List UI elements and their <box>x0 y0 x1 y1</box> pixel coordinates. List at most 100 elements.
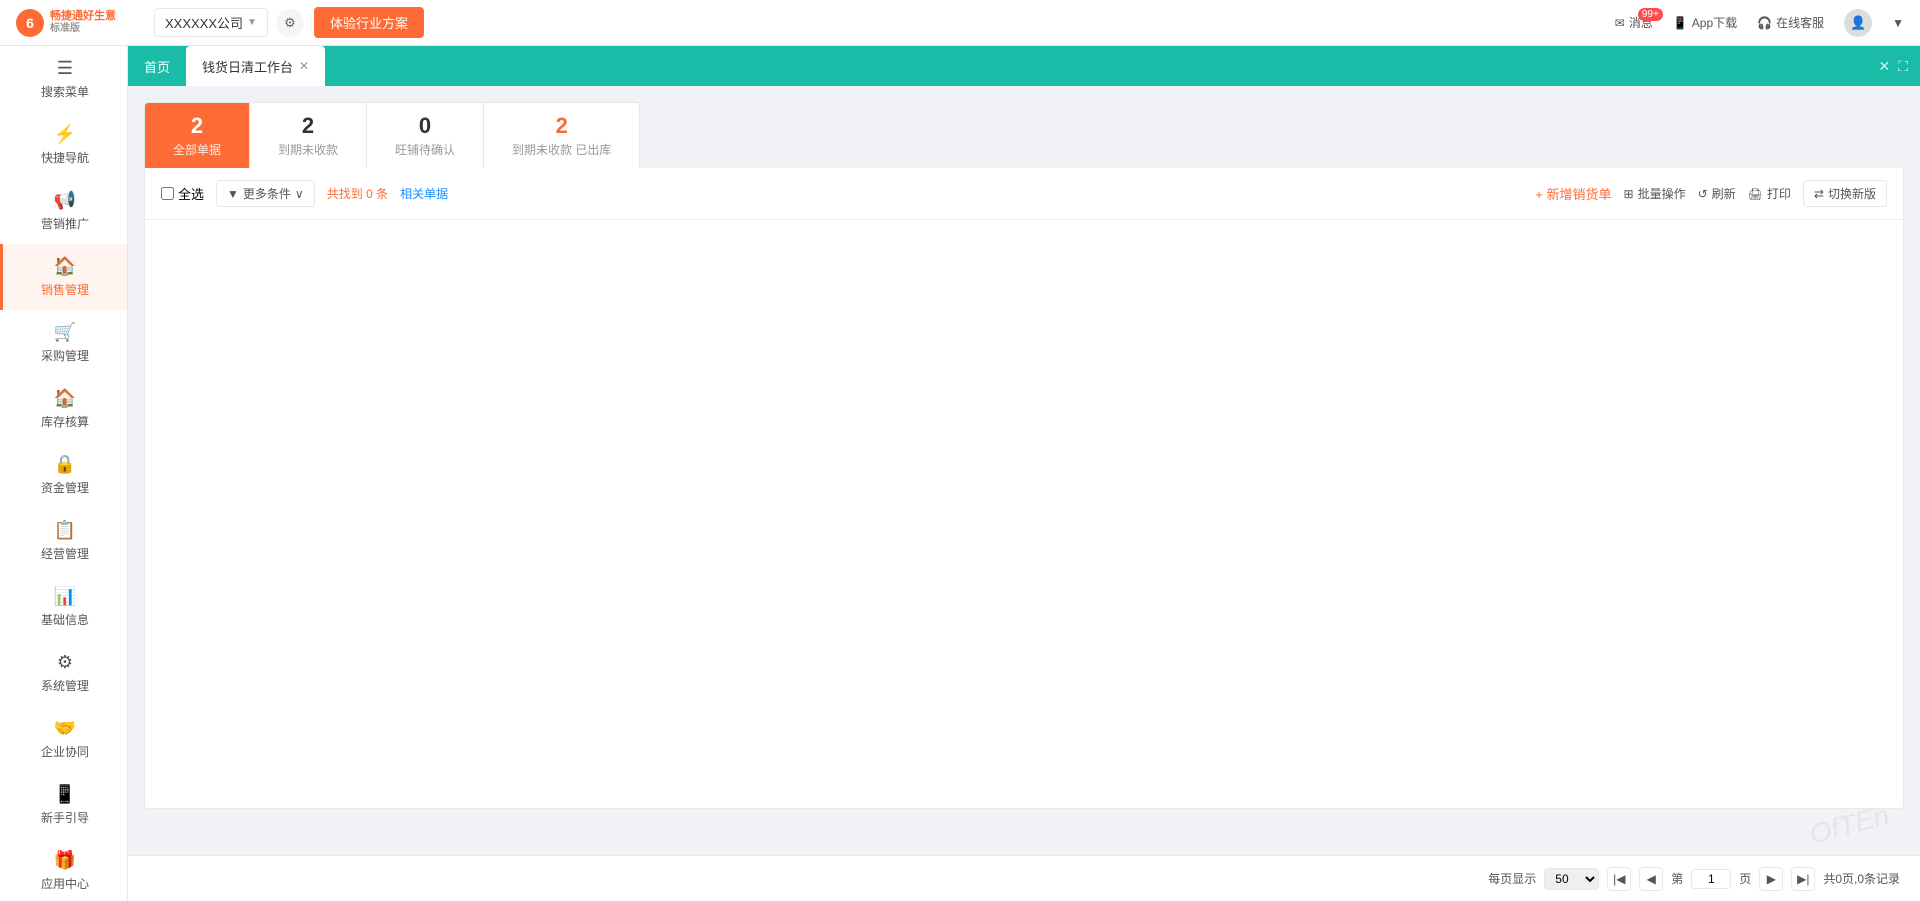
marketing-icon: 📢 <box>54 190 76 211</box>
switch-version-button[interactable]: ⇄ 切换新版 <box>1803 180 1887 207</box>
stat-label-overdue: 到期未收款 <box>278 141 338 158</box>
last-page-button[interactable]: ▶| <box>1791 867 1815 891</box>
stat-tab-pending[interactable]: 0 旺铺待确认 <box>367 103 484 168</box>
tab-collapse-button[interactable]: ✕ <box>1878 58 1890 75</box>
select-all-checkbox[interactable]: 全选 <box>161 184 204 203</box>
user-name[interactable]: ▼ <box>1892 16 1904 30</box>
logo-icon: 6 <box>16 9 44 37</box>
sidebar-item-purchase[interactable]: 🛒 采购管理 <box>0 310 127 376</box>
sidebar-label-inventory: 库存核算 <box>41 413 89 430</box>
settings-button[interactable]: ⚙ <box>276 9 304 37</box>
sidebar-item-sales[interactable]: 🏠 销售管理 <box>0 244 127 310</box>
tab-work-label: 钱货日清工作台 <box>202 57 293 76</box>
stats-tabs: 2 全部单据 2 到期未收款 0 旺铺待确认 2 到期未收款 已出库 <box>144 102 640 168</box>
sidebar-item-quicknav[interactable]: ⚡ 快捷导航 <box>0 112 127 178</box>
tab-home[interactable]: 首页 <box>128 46 186 86</box>
content-panel: 全选 ▼ 更多条件 ∨ 共找到 0 条 相关单据 + 新增销货单 ⊞ 批量操作 <box>144 168 1904 809</box>
trial-button[interactable]: 体验行业方案 <box>314 7 424 38</box>
sidebar-item-system[interactable]: ⚙ 系统管理 <box>0 640 127 706</box>
select-all-label: 全选 <box>178 184 204 203</box>
sidebar-item-finance[interactable]: 🔒 资金管理 <box>0 442 127 508</box>
sidebar-label-basic: 基础信息 <box>41 611 89 628</box>
quick-nav-icon: ⚡ <box>54 124 76 145</box>
toolbar-right: + 新增销货单 ⊞ 批量操作 ↺ 刷新 🖨 打印 ⇄ 切换新版 <box>1535 180 1887 207</box>
stat-tab-overdue[interactable]: 2 到期未收款 <box>250 103 367 168</box>
refresh-button[interactable]: ↺ 刷新 <box>1698 185 1736 202</box>
print-button[interactable]: 🖨 打印 <box>1748 185 1791 202</box>
sidebar-item-collab[interactable]: 🤝 企业协同 <box>0 706 127 772</box>
prev-page-button[interactable]: ◀ <box>1639 867 1663 891</box>
sidebar-item-search[interactable]: ☰ 搜索菜单 <box>0 46 127 112</box>
first-page-button[interactable]: |◀ <box>1607 867 1631 891</box>
tab-home-label: 首页 <box>144 57 170 76</box>
per-page-label: 每页显示 <box>1488 870 1536 887</box>
app-download-button[interactable]: 📱 App下载 <box>1673 14 1737 31</box>
sidebar-item-marketing[interactable]: 📢 营销推广 <box>0 178 127 244</box>
company-selector[interactable]: XXXXXX公司 ▼ <box>154 8 268 37</box>
filter-button[interactable]: ▼ 更多条件 ∨ <box>216 180 315 207</box>
tab-bar: 首页 钱货日清工作台 ✕ ✕ ⛶ <box>128 46 1920 86</box>
logo-sub: 标准版 <box>50 23 116 35</box>
sidebar-label-guide: 新手引导 <box>41 809 89 826</box>
next-page-button[interactable]: ▶ <box>1759 867 1783 891</box>
page-size-select[interactable]: 50 100 200 <box>1544 868 1599 890</box>
inventory-icon: 🏠 <box>54 388 76 409</box>
message-badge: 99+ <box>1638 8 1663 21</box>
found-unit: 条 <box>376 187 388 201</box>
sales-icon: 🏠 <box>54 256 76 277</box>
sidebar-label-system: 系统管理 <box>41 677 89 694</box>
sidebar-item-appcenter[interactable]: 🎁 应用中心 <box>0 838 127 901</box>
sidebar-label-appcenter: 应用中心 <box>41 875 89 892</box>
finance-icon: 🔒 <box>54 454 76 475</box>
add-sales-order-button[interactable]: + 新增销货单 <box>1535 184 1611 203</box>
sidebar-label-operation: 经营管理 <box>41 545 89 562</box>
search-menu-icon: ☰ <box>57 58 73 79</box>
stat-num-pending: 0 <box>419 113 431 139</box>
sidebar-label-search: 搜索菜单 <box>41 83 89 100</box>
company-name: XXXXXX公司 <box>165 13 243 32</box>
sidebar-label-quicknav: 快捷导航 <box>41 149 89 166</box>
purchase-icon: 🛒 <box>54 322 76 343</box>
logo-text-block: 畅捷通好生意 标准版 <box>50 10 116 35</box>
sidebar-label-sales: 销售管理 <box>41 281 89 298</box>
page-number-input[interactable] <box>1691 869 1731 889</box>
logo-main: 畅捷通好生意 <box>50 10 116 23</box>
batch-operation-button[interactable]: ⊞ 批量操作 <box>1624 185 1686 202</box>
logo-area: 6 畅捷通好生意 标准版 <box>16 9 144 37</box>
tab-expand-button[interactable]: ⛶ <box>1898 58 1908 75</box>
online-service-button[interactable]: 🎧 在线客服 <box>1757 14 1824 31</box>
print-icon: 🖨 <box>1748 187 1763 201</box>
collab-icon: 🤝 <box>54 718 76 739</box>
found-prefix: 共找到 <box>327 187 363 201</box>
switch-icon: ⇄ <box>1814 187 1824 201</box>
refresh-icon: ↺ <box>1698 187 1708 201</box>
sidebar-item-operation[interactable]: 📋 经营管理 <box>0 508 127 574</box>
message-button[interactable]: ✉ 消息 99+ <box>1615 14 1653 31</box>
stat-num-shipped: 2 <box>556 113 568 139</box>
checkbox-input[interactable] <box>161 187 174 200</box>
stat-tab-all[interactable]: 2 全部单据 <box>145 103 250 168</box>
stat-label-all: 全部单据 <box>173 141 221 158</box>
total-count-label: 共0页,0条记录 <box>1823 870 1900 887</box>
download-icon: 📱 <box>1673 16 1688 30</box>
tab-close-icon[interactable]: ✕ <box>299 59 309 73</box>
stat-label-shipped: 到期未收款 已出库 <box>512 141 611 158</box>
empty-area <box>145 220 1903 670</box>
stat-num-all: 2 <box>191 113 203 139</box>
top-header: 6 畅捷通好生意 标准版 XXXXXX公司 ▼ ⚙ 体验行业方案 ✉ 消息 99… <box>0 0 1920 46</box>
message-icon: ✉ <box>1615 16 1625 30</box>
refresh-label: 刷新 <box>1712 185 1736 202</box>
page-label: 第 <box>1671 870 1683 887</box>
online-service-label: 在线客服 <box>1776 14 1824 31</box>
stat-tab-shipped[interactable]: 2 到期未收款 已出库 <box>484 103 639 168</box>
tab-work[interactable]: 钱货日清工作台 ✕ <box>186 46 325 86</box>
related-link[interactable]: 相关单据 <box>400 185 448 202</box>
sidebar-item-basic[interactable]: 📊 基础信息 <box>0 574 127 640</box>
system-icon: ⚙ <box>57 652 73 673</box>
sidebar-item-inventory[interactable]: 🏠 库存核算 <box>0 376 127 442</box>
sidebar-item-guide[interactable]: 📱 新手引导 <box>0 772 127 838</box>
avatar[interactable]: 👤 <box>1844 9 1872 37</box>
pagination-bar: 每页显示 50 100 200 |◀ ◀ 第 页 ▶ ▶| 共0页,0条记录 <box>128 855 1920 901</box>
chevron-down-icon: ▼ <box>247 17 257 28</box>
gear-icon: ⚙ <box>284 15 296 31</box>
